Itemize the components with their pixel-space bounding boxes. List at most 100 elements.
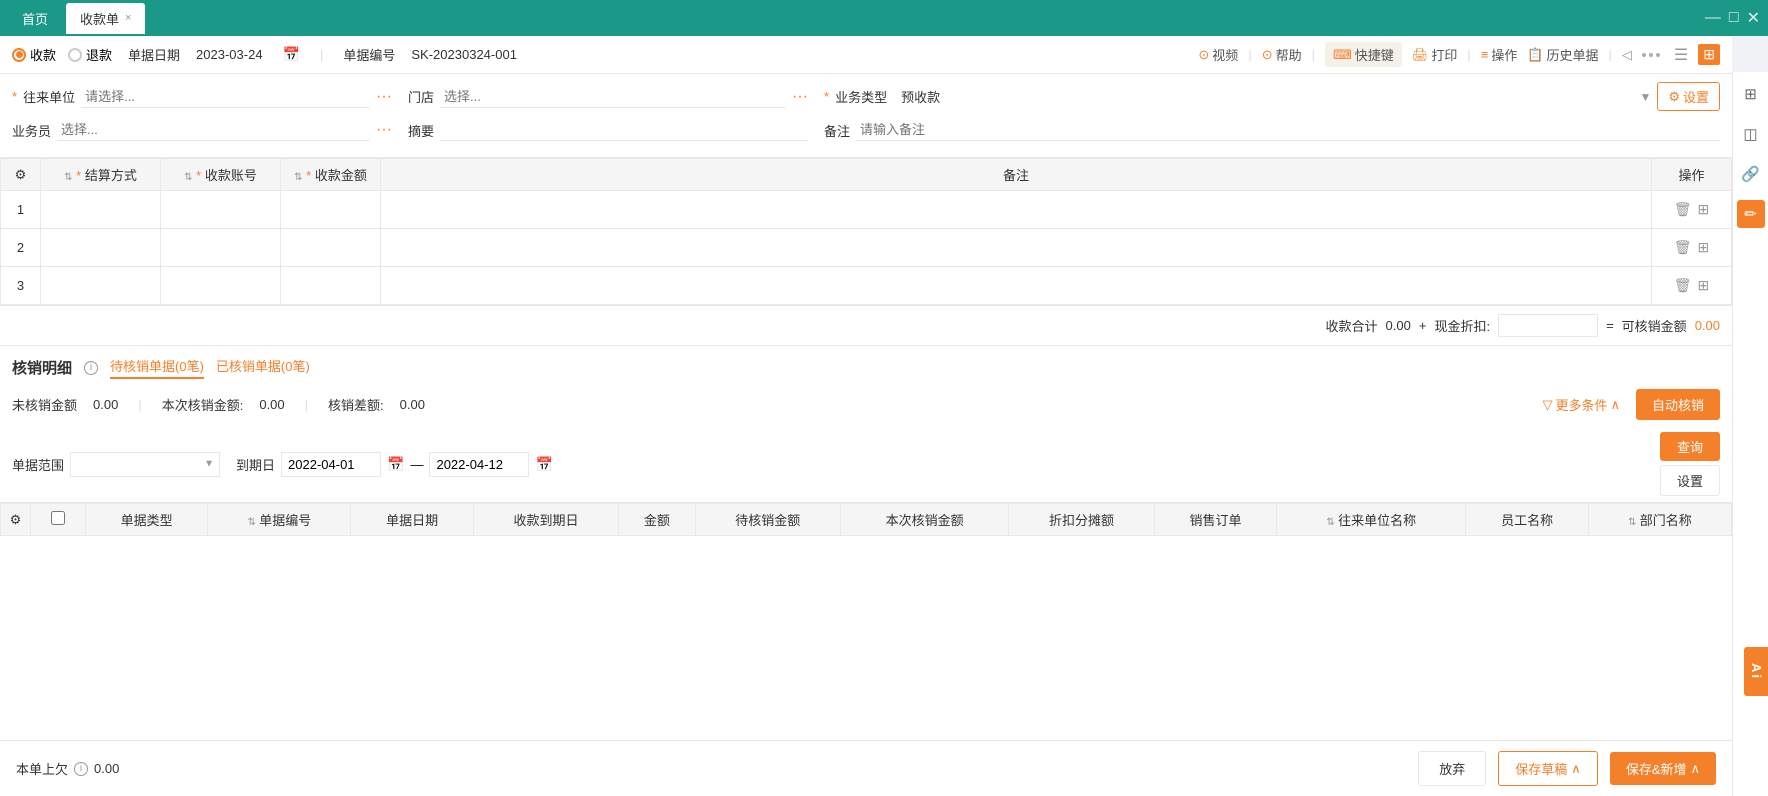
cal-to-icon[interactable]: 📅 — [535, 456, 552, 473]
main-table-container: ⚙ ⇅ * 结算方式 ⇅ * 收款账号 ⇅ — [0, 158, 1732, 306]
staff-ellipsis[interactable]: ··· — [376, 122, 392, 138]
row1-amount[interactable] — [281, 191, 381, 229]
store-label: 门店 — [408, 87, 434, 106]
biz-chevron-icon[interactable]: ▼ — [1639, 90, 1651, 104]
staff-field: 业务员 ··· — [12, 119, 392, 141]
row2-copy-icon[interactable]: ⊞ — [1698, 239, 1710, 256]
print-action[interactable]: 🖨 打印 — [1412, 45, 1458, 64]
row3-account[interactable] — [161, 267, 281, 305]
row2-remark[interactable] — [381, 229, 1652, 267]
history-icon: 📋 — [1527, 47, 1543, 63]
payment-type-group: 收款 退款 — [12, 45, 112, 64]
close-tab-icon[interactable]: × — [125, 12, 131, 24]
th-settings[interactable]: ⚙ — [1, 159, 41, 191]
nav-home-tab[interactable]: 首页 — [8, 3, 62, 34]
row3-copy-icon[interactable]: ⊞ — [1698, 277, 1710, 294]
auto-verify-button[interactable]: 自动核销 — [1636, 389, 1720, 420]
settings-label: 设置 — [1683, 87, 1709, 106]
row3-delete-icon[interactable]: 🗑 — [1674, 277, 1692, 294]
draft-chevron-icon: ∧ — [1571, 761, 1581, 777]
row3-remark[interactable] — [381, 267, 1652, 305]
cal-from-icon[interactable]: 📅 — [387, 456, 404, 473]
nav-active-tab[interactable]: 收款单 × — [66, 3, 145, 34]
row3-amount[interactable] — [281, 267, 381, 305]
select-all-checkbox[interactable] — [51, 511, 65, 525]
counterpart-label: 往来单位 — [23, 87, 75, 106]
minimize-button[interactable]: — — [1705, 9, 1721, 27]
date-from-input[interactable] — [281, 452, 381, 477]
number-label: 单据编号 — [343, 45, 395, 64]
query-button[interactable]: 查询 — [1660, 432, 1720, 461]
discount-input[interactable] — [1498, 314, 1598, 337]
grid-icon[interactable]: ⊞ — [1698, 44, 1720, 65]
row2-amount[interactable] — [281, 229, 381, 267]
range-select[interactable] — [70, 452, 220, 477]
main-content: 收款 退款 单据日期 2023-03-24 📅 | 单据编号 SK-202303… — [0, 36, 1732, 796]
bth-settings-icon[interactable]: ⚙ — [10, 512, 22, 527]
verify-settings-button[interactable]: 设置 — [1660, 465, 1720, 496]
row1-copy-icon[interactable]: ⊞ — [1698, 201, 1710, 218]
prev-arrow[interactable]: ◁ — [1622, 47, 1632, 63]
close-window-button[interactable]: ✕ — [1747, 8, 1760, 28]
sidebar-edit-icon[interactable]: ✏ — [1737, 200, 1765, 228]
row2-delete-icon[interactable]: 🗑 — [1674, 239, 1692, 256]
store-ellipsis[interactable]: ··· — [792, 89, 808, 105]
note-input[interactable] — [856, 119, 1720, 141]
unverified-value: 0.00 — [93, 397, 118, 412]
sheet-value: 0.00 — [94, 761, 119, 776]
operate-label: 操作 — [1491, 45, 1517, 64]
row1-op: 🗑 ⊞ — [1652, 191, 1732, 229]
verify-title: 核销明细 — [12, 357, 72, 378]
shoukuan-radio[interactable]: 收款 — [12, 45, 56, 64]
th-account: ⇅ * 收款账号 — [161, 159, 281, 191]
row2-account[interactable] — [161, 229, 281, 267]
number-value: SK-20230324-001 — [411, 47, 517, 62]
sheet-info-icon[interactable]: i — [74, 762, 88, 776]
more-conditions[interactable]: ▽ 更多条件 ∧ — [1542, 395, 1620, 414]
counterpart-input[interactable] — [81, 86, 370, 108]
row3-settle[interactable] — [41, 267, 161, 305]
video-action[interactable]: ⊙ 视频 — [1198, 45, 1238, 64]
pending-tab[interactable]: 待核销单据(0笔) — [110, 356, 204, 379]
draft-label: 保存草稿 — [1515, 759, 1567, 778]
staff-input[interactable] — [57, 119, 370, 141]
save-draft-button[interactable]: 保存草稿 ∧ — [1498, 751, 1598, 786]
video-icon: ⊙ — [1198, 47, 1209, 63]
history-action[interactable]: 📋 历史单据 — [1527, 45, 1598, 64]
counterpart-ellipsis[interactable]: ··· — [376, 89, 392, 105]
shortcut-action[interactable]: ⌨ 快捷键 — [1325, 42, 1402, 67]
tuikuan-radio[interactable]: 退款 — [68, 45, 112, 64]
sidebar-doc-icon[interactable]: ◫ — [1737, 120, 1765, 148]
sidebar-table-icon[interactable]: ⊞ — [1737, 80, 1765, 108]
ai-badge-label: Ai — [1749, 663, 1764, 680]
store-input[interactable] — [440, 86, 786, 108]
bth-due: 收款到期日 — [473, 504, 618, 536]
th-op: 操作 — [1652, 159, 1732, 191]
done-tab[interactable]: 已核销单据(0笔) — [216, 356, 310, 379]
summary-input[interactable] — [440, 119, 808, 141]
settings-icon: ⚙ — [15, 167, 27, 182]
row1-remark[interactable] — [381, 191, 1652, 229]
row1-settle[interactable] — [41, 191, 161, 229]
row2-settle[interactable] — [41, 229, 161, 267]
row1-account[interactable] — [161, 191, 281, 229]
abandon-button[interactable]: 放弃 — [1418, 751, 1486, 786]
bth-dept-label: 部门名称 — [1640, 513, 1692, 528]
hamburger-icon[interactable]: ☰ — [1674, 45, 1688, 65]
sidebar-link-icon[interactable]: 🔗 — [1737, 160, 1765, 188]
bth-type-label: 单据类型 — [121, 513, 173, 528]
maximize-button[interactable]: □ — [1729, 9, 1739, 27]
bth-counterpart-label: 往来单位名称 — [1338, 513, 1416, 528]
range-label: 单据范围 — [12, 455, 64, 474]
date-range-field: 到期日 📅 — 📅 — [236, 452, 553, 477]
row1-delete-icon[interactable]: 🗑 — [1674, 201, 1692, 218]
save-new-button[interactable]: 保存&新增 ∧ — [1610, 752, 1716, 785]
settings-button[interactable]: ⚙ 设置 — [1657, 82, 1720, 111]
ai-badge[interactable]: Ai — [1744, 647, 1768, 696]
form-row-2: 业务员 ··· 摘要 备注 — [12, 119, 1720, 141]
date-to-input[interactable] — [429, 452, 529, 477]
calendar-icon[interactable]: 📅 — [283, 46, 300, 63]
verify-info-icon[interactable]: i — [84, 361, 98, 375]
help-action[interactable]: ⊙ 帮助 — [1262, 45, 1302, 64]
operate-action[interactable]: ≡ 操作 — [1481, 45, 1518, 64]
